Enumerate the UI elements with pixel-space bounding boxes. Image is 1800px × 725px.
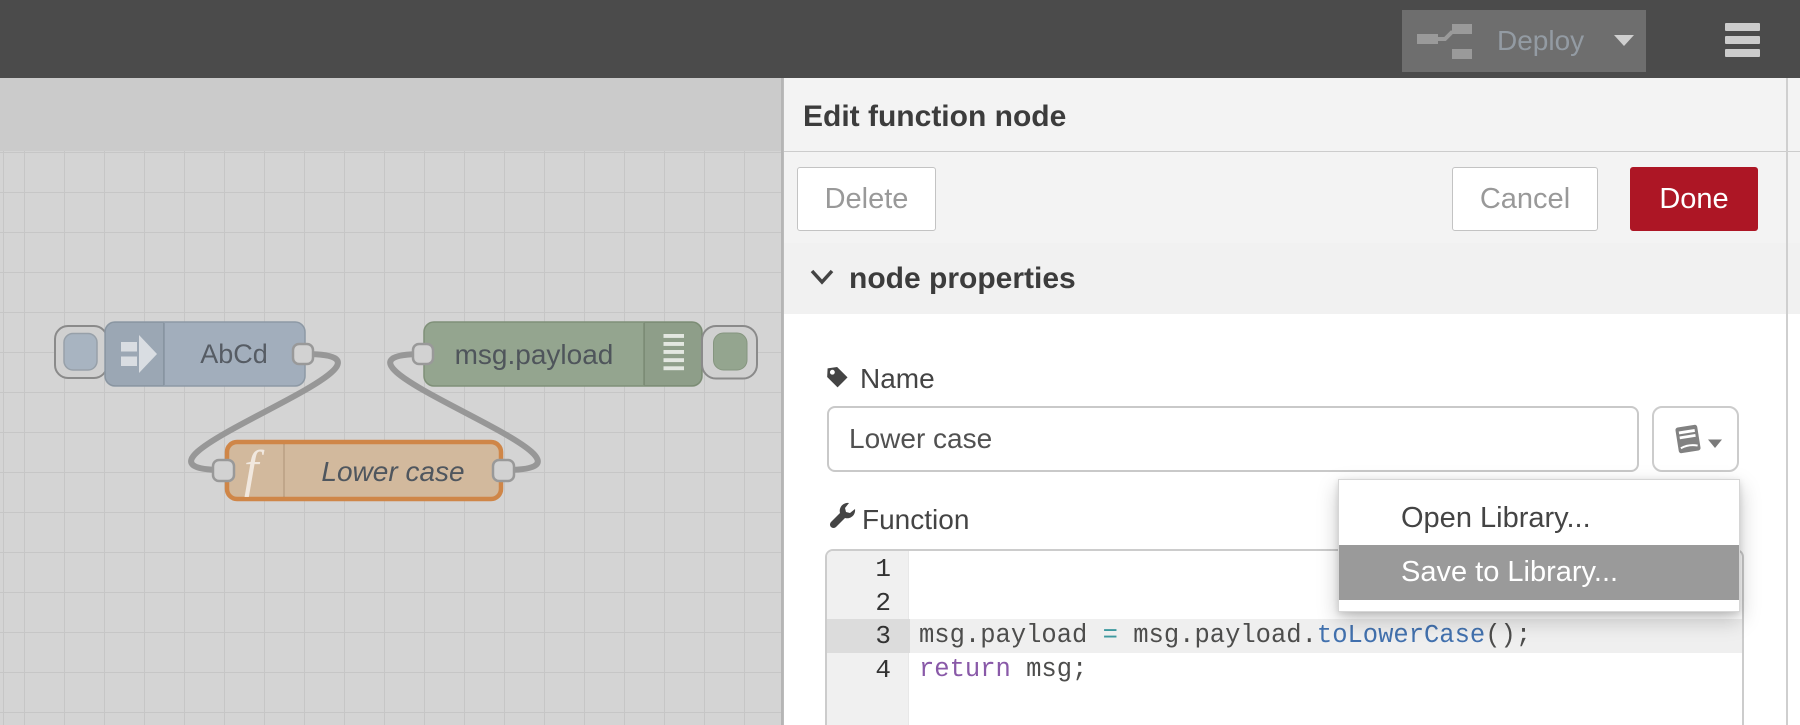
svg-text:Lower case: Lower case [321,456,464,487]
svg-text:AbCd: AbCd [200,339,268,369]
svg-text:msg.payload: msg.payload [455,339,614,370]
